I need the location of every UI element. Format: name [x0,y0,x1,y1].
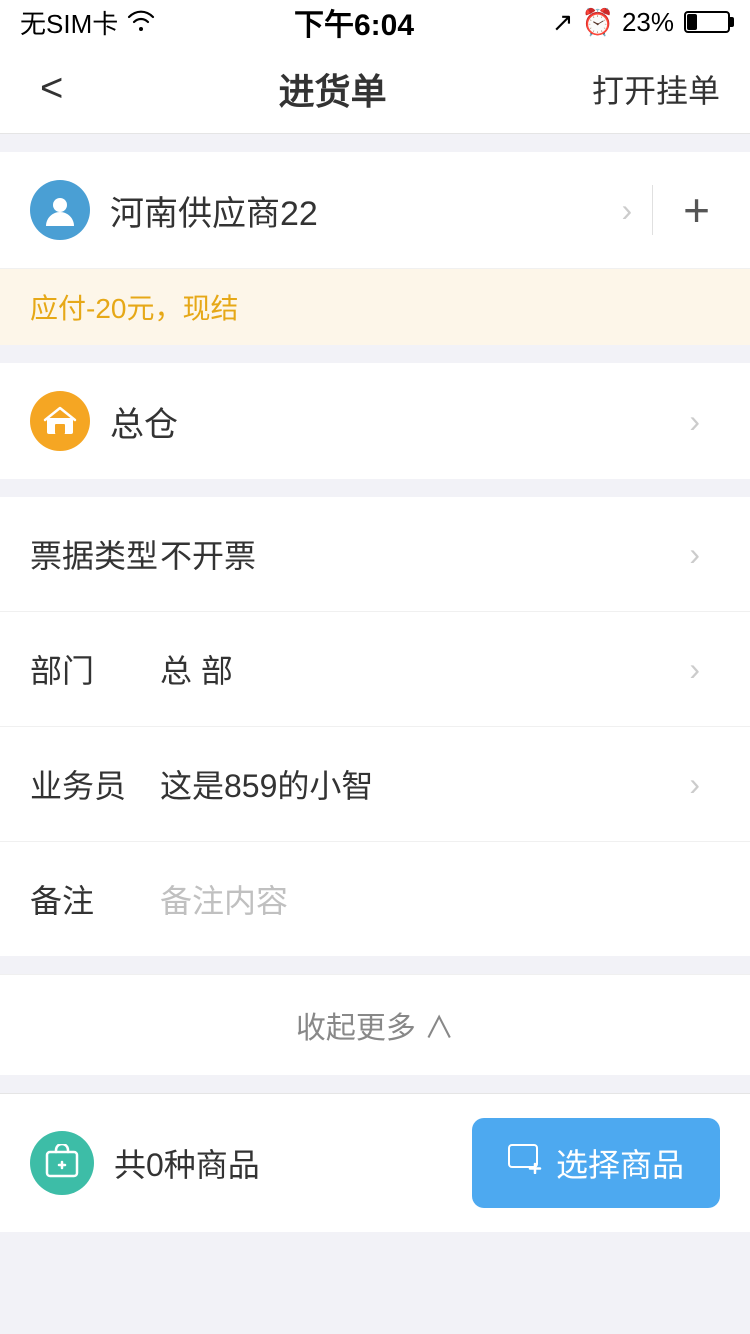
section-gap-4 [0,956,750,974]
section-gap-2 [0,345,750,363]
supplier-card: 河南供应商22 › + 应付-20元，现结 [0,152,750,345]
alarm-icon: ⏰ [582,7,614,38]
notice-text: 应付-20元，现结 [30,293,238,324]
dept-chevron-icon: › [689,651,700,688]
remark-input[interactable]: 备注内容 [160,876,720,922]
status-left: 无SIM卡 [20,4,156,41]
notice-bar: 应付-20元，现结 [0,269,750,345]
section-gap-5 [0,1075,750,1093]
sales-chevron-icon: › [689,766,700,803]
nav-bar: < 进货单 打开挂单 [0,44,750,134]
collapse-button[interactable]: 收起更多 ∧ [0,974,750,1075]
invoice-row[interactable]: 票据类型 不开票 › [0,497,750,612]
status-right: ↗ ⏰ 23% [552,7,730,38]
supplier-row[interactable]: 河南供应商22 › + [0,152,750,269]
remark-row[interactable]: 备注 备注内容 [0,842,750,956]
supplier-chevron-icon: › [621,192,632,229]
invoice-value: 不开票 [160,531,689,577]
section-gap-3 [0,479,750,497]
select-product-icon [508,1144,544,1183]
status-bar: 无SIM卡 下午6:04 ↗ ⏰ 23% [0,0,750,44]
supplier-name: 河南供应商22 [110,186,621,235]
sales-row[interactable]: 业务员 这是859的小智 › [0,727,750,842]
dept-value: 总 部 [160,646,689,692]
sales-label: 业务员 [30,761,160,807]
product-icon [30,1131,94,1195]
select-product-label: 选择商品 [556,1140,684,1186]
product-count: 共0种商品 [114,1140,472,1186]
page-title: 进货单 [279,63,387,115]
dept-row[interactable]: 部门 总 部 › [0,612,750,727]
location-icon: ↗ [552,7,574,38]
back-button[interactable]: < [30,56,73,121]
remark-label: 备注 [30,876,160,922]
collapse-label: 收起更多 ∧ [296,1003,454,1047]
warehouse-row[interactable]: 总仓 › [0,363,750,479]
select-product-button[interactable]: 选择商品 [472,1118,720,1208]
sales-value: 这是859的小智 [160,761,689,807]
status-time: 下午6:04 [294,0,414,44]
section-gap-1 [0,134,750,152]
dept-label: 部门 [30,646,160,692]
warehouse-chevron-icon: › [689,403,700,440]
warehouse-name: 总仓 [110,397,689,446]
invoice-label: 票据类型 [30,531,160,577]
battery-percent: 23% [622,7,674,38]
open-pending-button[interactable]: 打开挂单 [592,66,720,112]
invoice-chevron-icon: › [689,536,700,573]
bottom-bar: 共0种商品 选择商品 [0,1093,750,1232]
wifi-icon [126,7,156,38]
carrier-label: 无SIM卡 [20,4,118,41]
supplier-divider [652,185,653,235]
warehouse-icon [30,391,90,451]
battery-icon [684,11,730,33]
add-supplier-button[interactable]: + [673,183,720,237]
form-card: 票据类型 不开票 › 部门 总 部 › 业务员 这是859的小智 › 备注 备注… [0,497,750,956]
warehouse-card: 总仓 › [0,363,750,479]
supplier-avatar [30,180,90,240]
